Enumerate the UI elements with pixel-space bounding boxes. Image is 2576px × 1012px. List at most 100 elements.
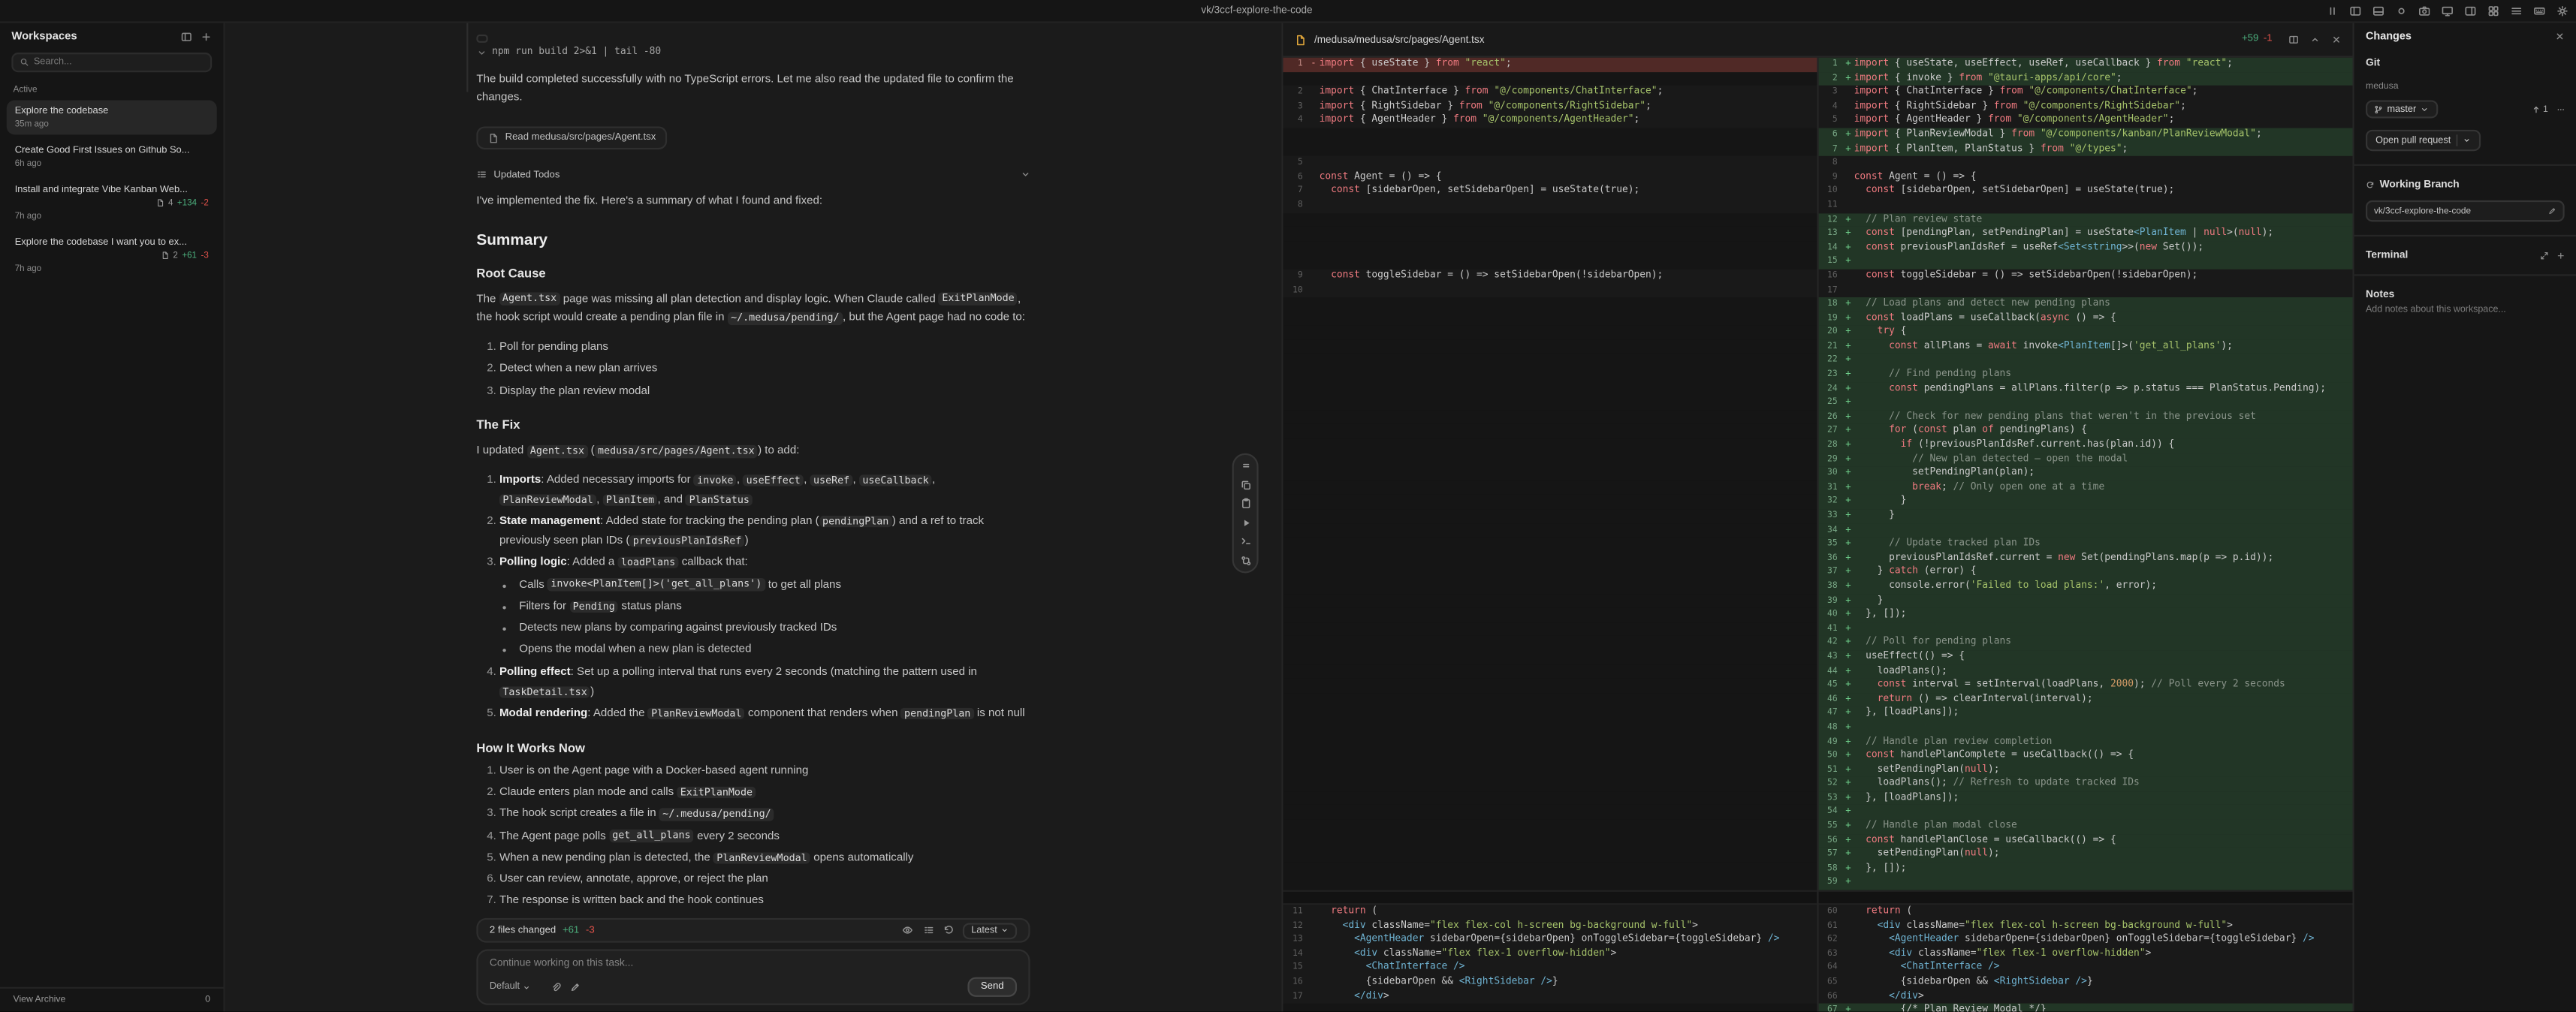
code-text	[1320, 764, 1817, 778]
working-branch-input[interactable]: vk/3ccf-explore-the-code	[2366, 200, 2565, 221]
collapse-diff-icon[interactable]	[2309, 35, 2320, 45]
new-terminal-icon[interactable]	[2556, 251, 2565, 260]
line-number: 17	[1817, 283, 1842, 297]
diff-marker	[1308, 396, 1319, 411]
version-dropdown[interactable]: Latest	[963, 922, 1017, 938]
line-number: 46	[1817, 693, 1842, 707]
diff-marker: +	[1842, 749, 1854, 764]
compare-icon[interactable]	[1239, 554, 1250, 565]
close-panel-icon[interactable]	[2554, 32, 2565, 42]
diff-marker	[1308, 170, 1319, 185]
diff-marker	[1308, 764, 1319, 778]
app-window: vk/3ccf-explore-the-code Workspaces Acti…	[0, 0, 2576, 1012]
terminal-section: Terminal	[2366, 250, 2565, 261]
panel-bottom-icon[interactable]	[2372, 5, 2384, 17]
line-number	[1283, 594, 1308, 608]
inline-code: useRef	[810, 474, 853, 487]
previous-message-fragment	[476, 35, 487, 43]
code-text: const [sidebarOpen, setSidebarOpen] = us…	[1320, 185, 1817, 199]
view-archive[interactable]: View Archive 0	[0, 987, 224, 1012]
chat-scroll-area[interactable]: npm run build 2>&1 | tail -80The build c…	[225, 23, 1282, 918]
diff-marker	[1308, 114, 1319, 128]
workspace-search[interactable]	[11, 53, 212, 72]
list-item: Modal rendering: Added the PlanReviewMod…	[499, 705, 1030, 724]
panel-right-icon[interactable]	[2463, 5, 2475, 17]
send-button[interactable]: Send	[967, 977, 1017, 997]
play-icon[interactable]	[1239, 517, 1250, 528]
list-item: User is on the Agent page with a Docker-…	[499, 762, 1030, 782]
copy-icon[interactable]	[1239, 479, 1250, 490]
bold-text: Imports	[499, 474, 541, 486]
new-workspace-icon[interactable]	[201, 32, 212, 43]
panel-left-icon[interactable]	[2348, 5, 2360, 17]
diff-marker	[1308, 749, 1319, 764]
terminal-icon[interactable]	[1239, 535, 1250, 547]
diff-marker: +	[1842, 538, 1854, 552]
attach-file-icon[interactable]	[551, 982, 562, 992]
refresh-icon[interactable]	[2366, 180, 2375, 189]
notes-placeholder[interactable]: Add notes about this workspace...	[2366, 306, 2565, 315]
diff-line-filler	[1283, 481, 1816, 495]
line-number	[1283, 241, 1308, 255]
split-view-icon[interactable]	[2288, 35, 2299, 45]
file-code-icon	[1295, 34, 1306, 45]
line-number: 54	[1817, 806, 1842, 820]
list-item: User can review, annotate, approve, or r…	[499, 871, 1030, 890]
pause-icon[interactable]	[2325, 5, 2337, 17]
diff-line-filler	[1283, 552, 1816, 566]
diff-old-pane[interactable]: 1-import { useState } from "react";2impo…	[1283, 58, 1817, 1012]
updated-todos-row[interactable]: Updated Todos	[476, 170, 1030, 180]
changes-status-bar[interactable]: 2 files changed +61 -3 Latest	[476, 918, 1030, 943]
record-icon[interactable]	[2394, 5, 2406, 17]
search-input[interactable]	[34, 58, 204, 68]
list-item: Polling logic: Added a loadPlans callbac…	[499, 553, 1030, 661]
hunk-separator	[1817, 890, 2352, 905]
workspace-item[interactable]: Create Good First Issues on Github So...…	[7, 140, 217, 174]
tool-command[interactable]: npm run build 2>&1 | tail -80	[476, 47, 1030, 58]
line-number	[1283, 227, 1308, 241]
edit-message-icon[interactable]	[569, 982, 580, 992]
line-number: 2	[1817, 71, 1842, 86]
collapse-sidebar-icon[interactable]	[181, 32, 192, 43]
diff-line: 16 const toggleSidebar = () => setSideba…	[1817, 270, 2352, 284]
code-text	[1320, 706, 1817, 721]
keyboard-icon[interactable]	[2532, 5, 2544, 17]
monitor-icon[interactable]	[2441, 5, 2453, 17]
diff-marker	[1308, 297, 1319, 312]
expand-terminal-icon[interactable]	[2539, 251, 2548, 260]
undo-icon[interactable]	[943, 925, 954, 936]
chat-panel: npm run build 2>&1 | tail -80The build c…	[225, 23, 1282, 1012]
eye-icon[interactable]	[903, 925, 914, 936]
workspace-item[interactable]: Install and integrate Vibe Kanban Web...…	[7, 179, 217, 226]
branch-selector[interactable]: master	[2366, 100, 2438, 118]
diff-marker	[1308, 706, 1319, 721]
line-number: 4	[1283, 114, 1308, 128]
workspace-item[interactable]: Explore the codebase35m ago	[7, 100, 217, 134]
camera-icon[interactable]	[2418, 5, 2430, 17]
more-icon[interactable]	[2556, 104, 2565, 113]
edit-branch-icon[interactable]	[2548, 207, 2556, 215]
code-text: }, [loadPlans]);	[1854, 706, 2353, 721]
grid-icon[interactable]	[2487, 5, 2499, 17]
message-input[interactable]	[490, 957, 1017, 977]
model-selector[interactable]: Default	[490, 982, 532, 992]
list-item: Detect when a new plan arrives	[499, 360, 1030, 380]
grip-icon[interactable]	[1239, 460, 1250, 471]
list-checks-icon[interactable]	[923, 925, 934, 936]
diff-line-added: 46+ return () => clearInterval(interval)…	[1817, 693, 2352, 707]
close-diff-icon[interactable]	[2330, 35, 2341, 45]
diff-line-added: 12+ // Plan review state	[1817, 212, 2352, 227]
workspace-item[interactable]: Explore the codebase I want you to ex...…	[7, 231, 217, 279]
composer-controls: Default Send	[490, 977, 1017, 997]
open-pull-request-button[interactable]: Open pull request	[2366, 130, 2481, 151]
tool-read-file[interactable]: Read medusa/src/pages/Agent.tsx	[476, 126, 667, 150]
diff-marker: +	[1842, 128, 1854, 143]
diff-new-pane[interactable]: 1+import { useState, useEffect, useRef, …	[1817, 58, 2352, 1012]
list-icon[interactable]	[2509, 5, 2521, 17]
active-section-label: Active	[0, 77, 224, 101]
additions-count: +61	[563, 926, 579, 935]
settings-icon[interactable]	[2556, 5, 2568, 17]
clipboard-icon[interactable]	[1239, 498, 1250, 509]
code-text	[1320, 340, 1817, 354]
diff-line-added: 6+import { PlanReviewModal } from "@/com…	[1817, 128, 2352, 143]
